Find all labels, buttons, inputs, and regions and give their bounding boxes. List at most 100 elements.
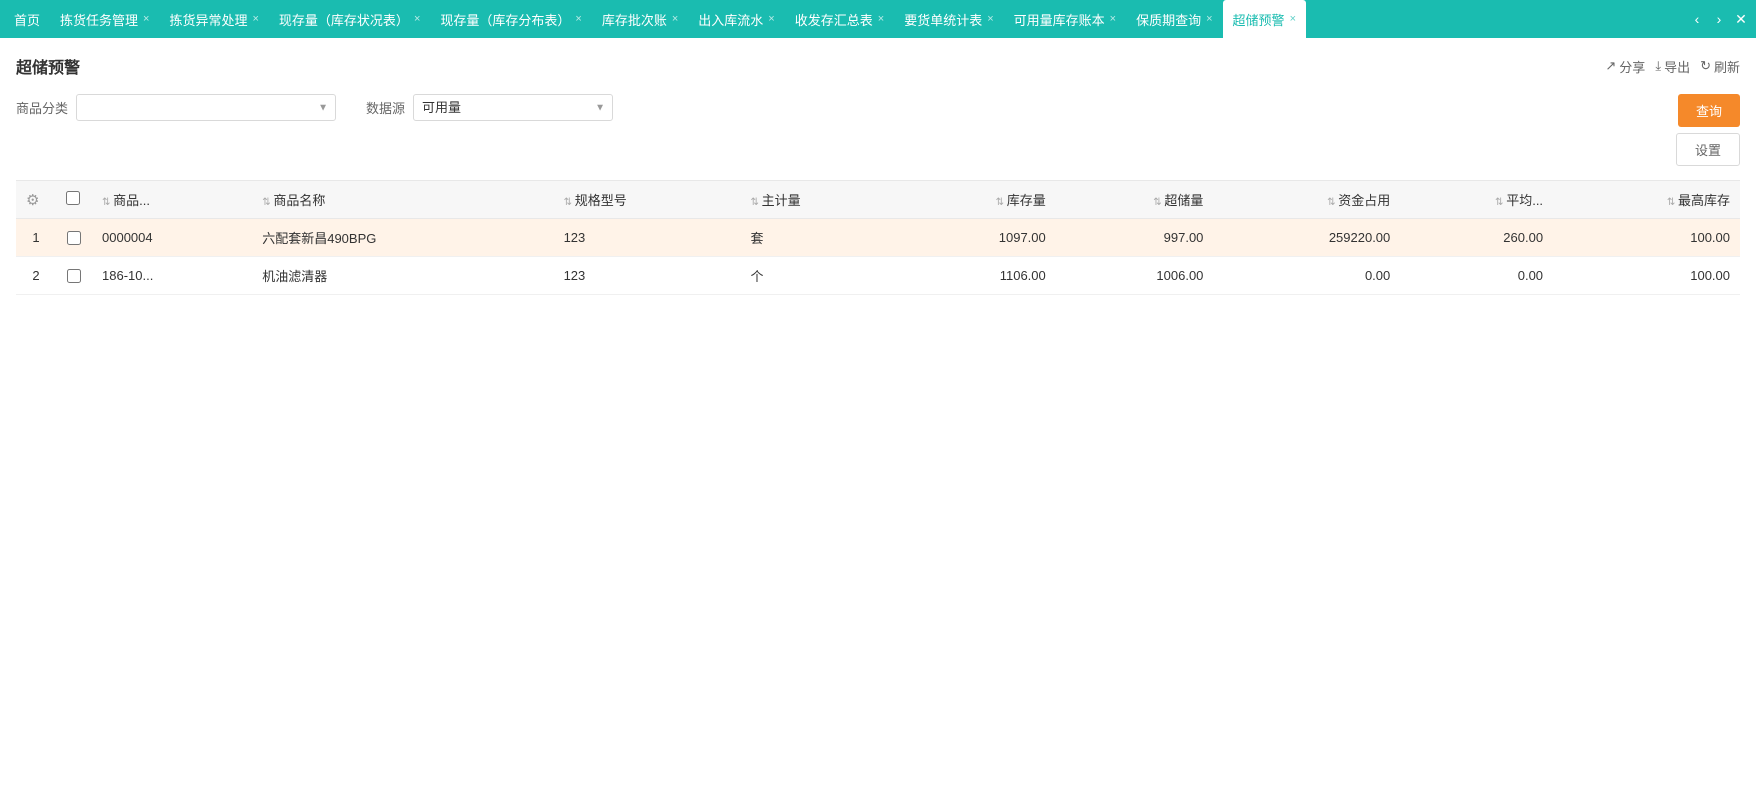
close-overstock[interactable]: ×: [1290, 13, 1296, 25]
close-available-stock[interactable]: ×: [1110, 13, 1116, 25]
nav-stock-status[interactable]: 现存量（库存状况表） ×: [269, 0, 430, 38]
nav-shelf-life[interactable]: 保质期查询 ×: [1126, 0, 1222, 38]
nav-overstock-label: 超储预警: [1233, 10, 1285, 29]
nav-overstock[interactable]: 超储预警 ×: [1223, 0, 1306, 38]
row-checkbox-0[interactable]: [67, 231, 81, 245]
sort-icon-avg: ⇅: [1495, 197, 1506, 208]
row-product-code: 0000004: [92, 219, 252, 257]
close-stock-dist[interactable]: ×: [575, 13, 581, 25]
nav-inout-flow[interactable]: 出入库流水 ×: [688, 0, 784, 38]
export-label: 导出: [1664, 57, 1690, 76]
nav-close-button[interactable]: ✕: [1730, 0, 1752, 38]
nav-demand-stat-label: 要货单统计表: [904, 10, 982, 29]
row-max-stock: 100.00: [1553, 219, 1740, 257]
nav-pick-exception[interactable]: 拣货异常处理 ×: [159, 0, 268, 38]
nav-available-stock[interactable]: 可用量库存账本 ×: [1004, 0, 1126, 38]
row-max-stock: 100.00: [1553, 257, 1740, 295]
row-capital: 0.00: [1213, 257, 1400, 295]
col-header-spec[interactable]: ⇅ 规格型号: [554, 181, 741, 219]
nav-demand-stat[interactable]: 要货单统计表 ×: [894, 0, 1003, 38]
category-filter-group: 商品分类: [16, 94, 336, 121]
export-icon: ⤓: [1655, 58, 1661, 74]
page-title-row: 超储预警 ↗ 分享 ⤓ 导出 ↻ 刷新: [16, 54, 1740, 78]
col-header-overstock[interactable]: ⇅ 超储量: [1056, 181, 1214, 219]
topbar: 首页 拣货任务管理 × 拣货异常处理 × 现存量（库存状况表） × 现存量（库存…: [0, 0, 1756, 38]
sort-icon-capital: ⇅: [1327, 197, 1338, 208]
close-stock-status[interactable]: ×: [414, 13, 420, 25]
nav-batch-account-label: 库存批次账: [602, 10, 667, 29]
col-header-product-code[interactable]: ⇅ 商品...: [92, 181, 252, 219]
close-demand-stat[interactable]: ×: [987, 13, 993, 25]
row-spec: 123: [554, 257, 741, 295]
nav-collect-summary[interactable]: 收发存汇总表 ×: [785, 0, 894, 38]
datasource-select-wrapper: 可用量 库存量: [413, 94, 613, 121]
category-select[interactable]: [76, 94, 336, 121]
page-content: 超储预警 ↗ 分享 ⤓ 导出 ↻ 刷新 商品分类: [0, 38, 1756, 800]
data-table: ⚙ ⇅ 商品... ⇅ 商品名称 ⇅ 规格型号 ⇅: [16, 180, 1740, 295]
refresh-icon: ↻: [1700, 58, 1711, 74]
col-header-product-name[interactable]: ⇅ 商品名称: [252, 181, 553, 219]
table-body: 1 0000004 六配套新昌490BPG 123 套 1097.00 997.…: [16, 219, 1740, 295]
nav-batch-account[interactable]: 库存批次账 ×: [592, 0, 688, 38]
nav-next-button[interactable]: ›: [1708, 0, 1730, 38]
datasource-filter-label: 数据源: [366, 98, 405, 117]
row-index: 1: [16, 219, 56, 257]
row-product-code: 186-10...: [92, 257, 252, 295]
share-button[interactable]: ↗ 分享: [1605, 57, 1645, 76]
datasource-filter-group: 数据源 可用量 库存量: [366, 94, 613, 121]
nav-prev-button[interactable]: ‹: [1686, 0, 1708, 38]
col-header-capital[interactable]: ⇅ 资金占用: [1213, 181, 1400, 219]
close-batch-account[interactable]: ×: [672, 13, 678, 25]
nav-shelf-life-label: 保质期查询: [1136, 10, 1201, 29]
close-pick-task[interactable]: ×: [143, 13, 149, 25]
datasource-select[interactable]: 可用量 库存量: [413, 94, 613, 121]
sort-icon-stock: ⇅: [996, 197, 1007, 208]
row-index: 2: [16, 257, 56, 295]
sort-icon-overstock: ⇅: [1153, 197, 1164, 208]
close-collect-summary[interactable]: ×: [878, 13, 884, 25]
col-header-stock[interactable]: ⇅ 库存量: [898, 181, 1056, 219]
nav-stock-status-label: 现存量（库存状况表）: [279, 10, 409, 29]
row-avg: 260.00: [1400, 219, 1553, 257]
nav-home[interactable]: 首页: [4, 0, 50, 38]
table-row: 2 186-10... 机油滤清器 123 个 1106.00 1006.00 …: [16, 257, 1740, 295]
select-all-checkbox[interactable]: [66, 191, 80, 205]
refresh-button[interactable]: ↻ 刷新: [1700, 57, 1740, 76]
nav-stock-dist-label: 现存量（库存分布表）: [440, 10, 570, 29]
row-stock: 1097.00: [898, 219, 1056, 257]
nav-pick-task[interactable]: 拣货任务管理 ×: [50, 0, 159, 38]
row-unit: 个: [740, 257, 898, 295]
row-overstock: 997.00: [1056, 219, 1214, 257]
table-row: 1 0000004 六配套新昌490BPG 123 套 1097.00 997.…: [16, 219, 1740, 257]
close-inout-flow[interactable]: ×: [768, 13, 774, 25]
export-button[interactable]: ⤓ 导出: [1655, 57, 1690, 76]
nav-inout-flow-label: 出入库流水: [698, 10, 763, 29]
row-spec: 123: [554, 219, 741, 257]
nav-home-label: 首页: [14, 10, 40, 29]
nav-stock-dist[interactable]: 现存量（库存分布表） ×: [430, 0, 591, 38]
col-header-max-stock[interactable]: ⇅ 最高库存: [1553, 181, 1740, 219]
row-capital: 259220.00: [1213, 219, 1400, 257]
category-filter-label: 商品分类: [16, 98, 68, 117]
sort-icon-spec: ⇅: [564, 197, 575, 208]
col-header-avg[interactable]: ⇅ 平均...: [1400, 181, 1553, 219]
page-title: 超储预警: [16, 54, 80, 78]
share-icon: ↗: [1605, 58, 1616, 74]
col-header-unit[interactable]: ⇅ 主计量: [740, 181, 898, 219]
nav-pick-exception-label: 拣货异常处理: [169, 10, 247, 29]
settings-gear-icon[interactable]: ⚙: [26, 192, 39, 209]
close-pick-exception[interactable]: ×: [252, 13, 258, 25]
category-select-wrapper: [76, 94, 336, 121]
topbar-nav-buttons: ‹ › ✕: [1686, 0, 1752, 38]
close-shelf-life[interactable]: ×: [1206, 13, 1212, 25]
refresh-label: 刷新: [1714, 57, 1740, 76]
row-stock: 1106.00: [898, 257, 1056, 295]
sort-icon-max-stock: ⇅: [1667, 197, 1678, 208]
row-product-name: 六配套新昌490BPG: [252, 219, 553, 257]
nav-collect-summary-label: 收发存汇总表: [795, 10, 873, 29]
query-button[interactable]: 查询: [1678, 94, 1740, 127]
table-header: ⚙ ⇅ 商品... ⇅ 商品名称 ⇅ 规格型号 ⇅: [16, 181, 1740, 219]
row-checkbox-1[interactable]: [67, 269, 81, 283]
sort-icon-product-code: ⇅: [102, 197, 113, 208]
settings-button[interactable]: 设置: [1676, 133, 1740, 166]
